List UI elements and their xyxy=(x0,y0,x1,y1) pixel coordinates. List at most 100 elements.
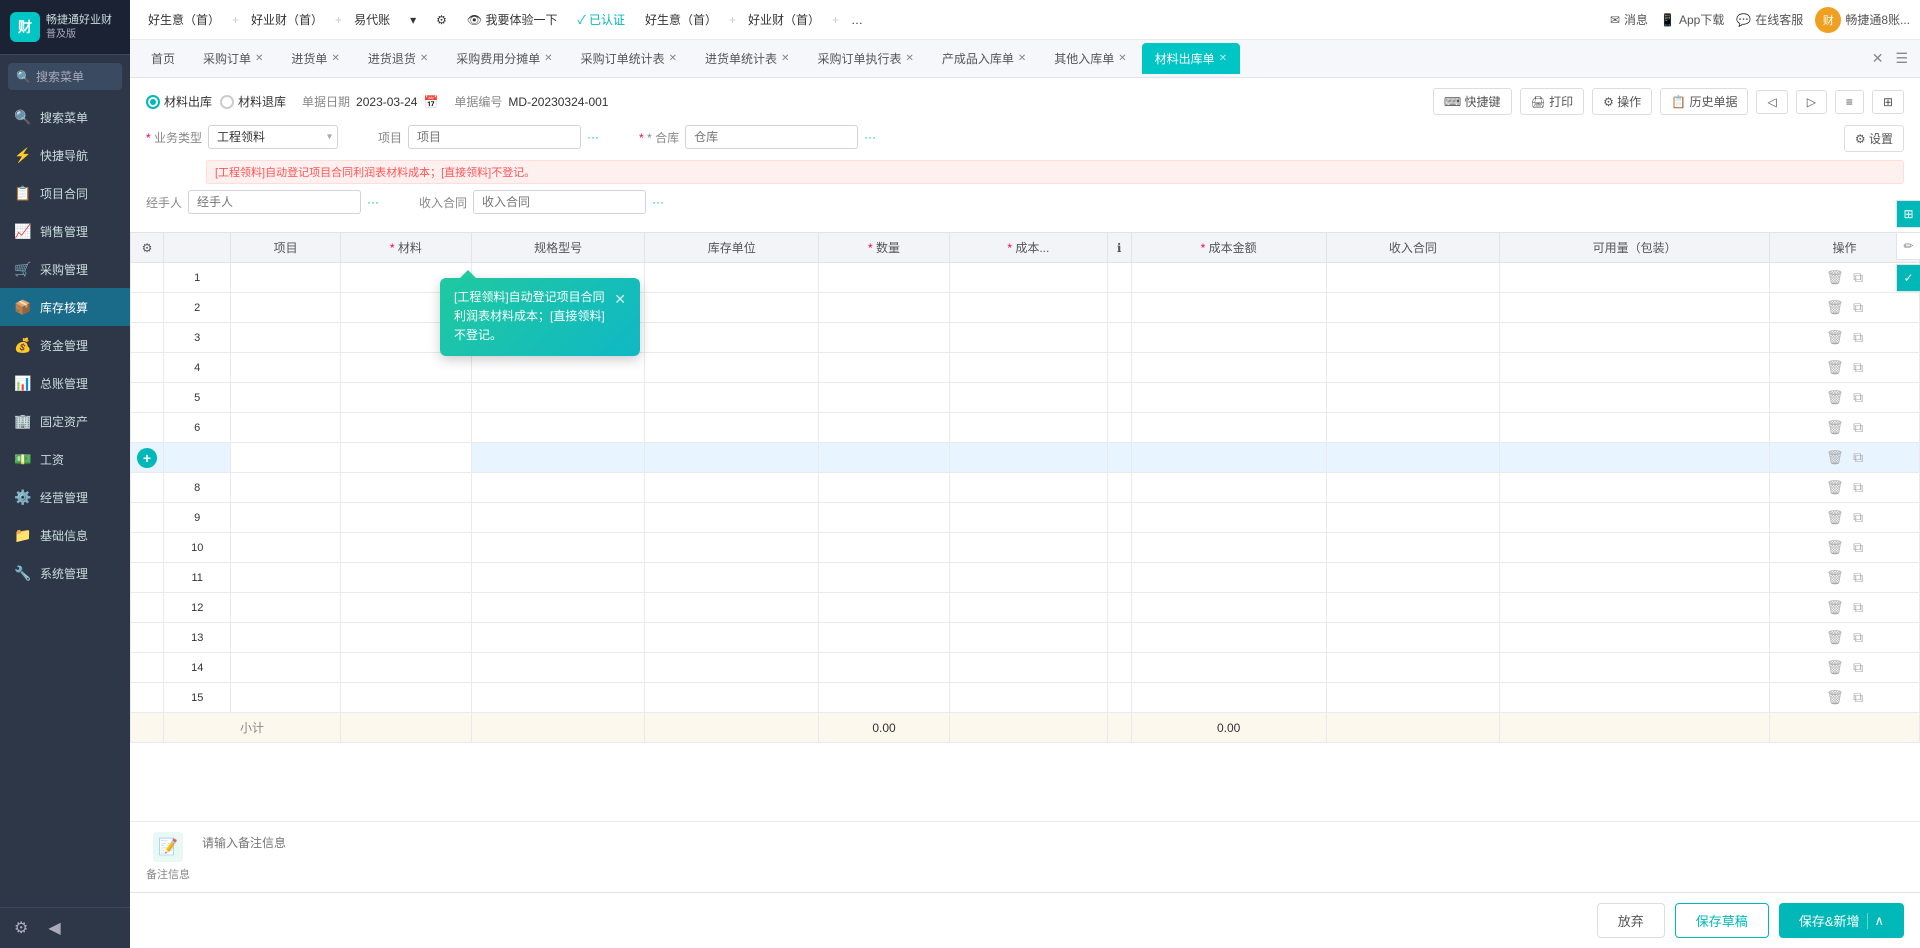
online-service-btn[interactable]: 💬 在线客服 xyxy=(1736,11,1803,28)
col-settings-header[interactable]: ⚙ xyxy=(131,233,164,263)
copy-row-icon[interactable]: ⧉ xyxy=(1850,299,1866,315)
close-tab-btn[interactable]: ✕ xyxy=(1868,46,1888,71)
settings-icon[interactable]: ⚙ xyxy=(14,918,28,938)
warehouse-input[interactable] xyxy=(685,125,858,149)
tab-close-icon[interactable]: ✕ xyxy=(544,53,552,64)
topbar-good-finance[interactable]: 好业财（首） xyxy=(243,7,331,32)
grid-view-btn[interactable]: ⊞ xyxy=(1872,90,1904,114)
sidebar-item-sales[interactable]: 📈销售管理 xyxy=(0,212,130,250)
delete-row-icon[interactable]: 🗑 xyxy=(1823,689,1847,705)
right-tool-expand[interactable]: ⊞ xyxy=(1896,200,1920,228)
copy-row-icon[interactable]: ⧉ xyxy=(1850,419,1866,435)
copy-row-icon[interactable]: ⧉ xyxy=(1850,659,1866,675)
project-dots-btn[interactable]: ··· xyxy=(587,130,599,144)
sidebar-item-capital[interactable]: 💰资金管理 xyxy=(0,326,130,364)
sidebar-item-salary[interactable]: 💵工资 xyxy=(0,440,130,478)
app-download-btn[interactable]: 📱 App下载 xyxy=(1660,11,1724,28)
sidebar-item-asset[interactable]: 🏢固定资产 xyxy=(0,402,130,440)
tab-close-icon[interactable]: ✕ xyxy=(781,53,789,64)
sidebar-item-project[interactable]: 📋项目合同 xyxy=(0,174,130,212)
tab-其他入库单[interactable]: 其他入库单✕ xyxy=(1041,43,1139,74)
delete-row-icon[interactable]: 🗑 xyxy=(1823,299,1847,315)
prev-doc-btn[interactable]: ◁ xyxy=(1756,90,1787,114)
topbar-trial[interactable]: 👁 我要体验一下 xyxy=(459,7,566,32)
save-new-btn[interactable]: 保存&新增 ∧ xyxy=(1779,903,1904,938)
sidebar-item-search[interactable]: 🔍搜索菜单 xyxy=(0,98,130,136)
tab-进货单[interactable]: 进货单✕ xyxy=(278,43,352,74)
copy-row-icon[interactable]: ⧉ xyxy=(1850,449,1866,465)
sidebar-item-inventory[interactable]: 📦库存核算 xyxy=(0,288,130,326)
copy-row-icon[interactable]: ⧉ xyxy=(1850,389,1866,405)
user-profile[interactable]: 财 畅捷通8账... xyxy=(1815,7,1910,33)
copy-row-icon[interactable]: ⧉ xyxy=(1850,329,1866,345)
topbar-easy-account[interactable]: 易代账 xyxy=(346,7,398,32)
tab-close-icon[interactable]: ✕ xyxy=(331,53,339,64)
sidebar-item-system[interactable]: 🔧系统管理 xyxy=(0,554,130,592)
collapse-icon[interactable]: ◀ xyxy=(48,918,60,938)
message-btn[interactable]: ✉ 消息 xyxy=(1610,11,1648,28)
copy-row-icon[interactable]: ⧉ xyxy=(1850,269,1866,285)
notes-input[interactable] xyxy=(202,832,1904,854)
delete-row-icon[interactable]: 🗑 xyxy=(1823,659,1847,675)
sidebar-search[interactable]: 🔍 搜索菜单 xyxy=(8,63,122,90)
radio-warehouse-out[interactable]: 材料出库 xyxy=(146,93,212,110)
copy-row-icon[interactable]: ⧉ xyxy=(1850,509,1866,525)
tab-close-icon[interactable]: ✕ xyxy=(1018,53,1026,64)
tab-采购订单执行表[interactable]: 采购订单执行表✕ xyxy=(804,43,926,74)
tab-close-icon[interactable]: ✕ xyxy=(1219,53,1227,64)
copy-row-icon[interactable]: ⧉ xyxy=(1850,479,1866,495)
sidebar-item-purchase[interactable]: 🛒采购管理 xyxy=(0,250,130,288)
delete-row-icon[interactable]: 🗑 xyxy=(1823,329,1847,345)
right-tool-checklist[interactable]: ✓ xyxy=(1896,264,1920,292)
tab-close-icon[interactable]: ✕ xyxy=(1118,53,1126,64)
save-dropdown-icon[interactable]: ∧ xyxy=(1867,913,1884,929)
delete-row-icon[interactable]: 🗑 xyxy=(1823,389,1847,405)
save-draft-btn[interactable]: 保存草稿 xyxy=(1675,903,1769,938)
tab-首页[interactable]: 首页 xyxy=(138,43,188,74)
delete-row-icon[interactable]: 🗑 xyxy=(1823,269,1847,285)
delete-row-icon[interactable]: 🗑 xyxy=(1823,509,1847,525)
add-row-btn[interactable]: + xyxy=(137,448,157,468)
tooltip-close-btn[interactable]: ✕ xyxy=(614,288,626,310)
topbar-settings-icon[interactable]: ⚙ xyxy=(428,9,455,31)
settings-btn[interactable]: ⚙ 设置 xyxy=(1844,125,1904,152)
topbar-dropdown[interactable]: ▾ xyxy=(402,9,424,31)
shortcut-key-btn[interactable]: ⌨ 快捷键 xyxy=(1433,88,1512,115)
handler-dots-btn[interactable]: ··· xyxy=(367,195,379,209)
delete-row-icon[interactable]: 🗑 xyxy=(1823,629,1847,645)
col-cost-info-header[interactable]: ℹ xyxy=(1107,233,1131,263)
tab-采购订单[interactable]: 采购订单✕ xyxy=(190,43,276,74)
next-doc-btn[interactable]: ▷ xyxy=(1796,90,1827,114)
list-view-btn[interactable]: ≡ xyxy=(1835,90,1864,114)
topbar-bf2[interactable]: 好业财（首） xyxy=(740,7,828,32)
tab-产成品入库单[interactable]: 产成品入库单✕ xyxy=(929,43,1039,74)
copy-row-icon[interactable]: ⧉ xyxy=(1850,629,1866,645)
tab-close-icon[interactable]: ✕ xyxy=(420,53,428,64)
delete-row-icon[interactable]: 🗑 xyxy=(1823,419,1847,435)
delete-row-icon[interactable]: 🗑 xyxy=(1823,479,1847,495)
copy-row-icon[interactable]: ⧉ xyxy=(1850,359,1866,375)
history-btn[interactable]: 📋 历史单据 xyxy=(1660,88,1748,115)
radio-warehouse-return[interactable]: 材料退库 xyxy=(220,93,286,110)
tab-close-icon[interactable]: ✕ xyxy=(255,53,263,64)
business-type-select[interactable]: 工程领料 直接领料 xyxy=(208,125,338,149)
income-contract-input[interactable] xyxy=(473,190,646,214)
topbar-more[interactable]: … xyxy=(843,9,871,31)
print-btn[interactable]: 🖨 打印 xyxy=(1520,88,1585,115)
topbar-good-business[interactable]: 好生意（首） xyxy=(140,7,228,32)
topbar-bs2[interactable]: 好生意（首） xyxy=(637,7,725,32)
tab-进货单统计表[interactable]: 进货单统计表✕ xyxy=(692,43,802,74)
delete-row-icon[interactable]: 🗑 xyxy=(1823,359,1847,375)
tab-材料出库单[interactable]: 材料出库单✕ xyxy=(1142,43,1240,74)
sidebar-item-shortcut[interactable]: ⚡快捷导航 xyxy=(0,136,130,174)
tab-close-icon[interactable]: ✕ xyxy=(669,53,677,64)
delete-row-icon[interactable]: 🗑 xyxy=(1823,599,1847,615)
copy-row-icon[interactable]: ⧉ xyxy=(1850,539,1866,555)
copy-row-icon[interactable]: ⧉ xyxy=(1850,689,1866,705)
calendar-icon[interactable]: 📅 xyxy=(423,95,438,109)
copy-row-icon[interactable]: ⧉ xyxy=(1850,569,1866,585)
copy-row-icon[interactable]: ⧉ xyxy=(1850,599,1866,615)
tab-close-icon[interactable]: ✕ xyxy=(905,53,913,64)
tab-采购订单统计表[interactable]: 采购订单统计表✕ xyxy=(568,43,690,74)
discard-btn[interactable]: 放弃 xyxy=(1597,903,1665,938)
